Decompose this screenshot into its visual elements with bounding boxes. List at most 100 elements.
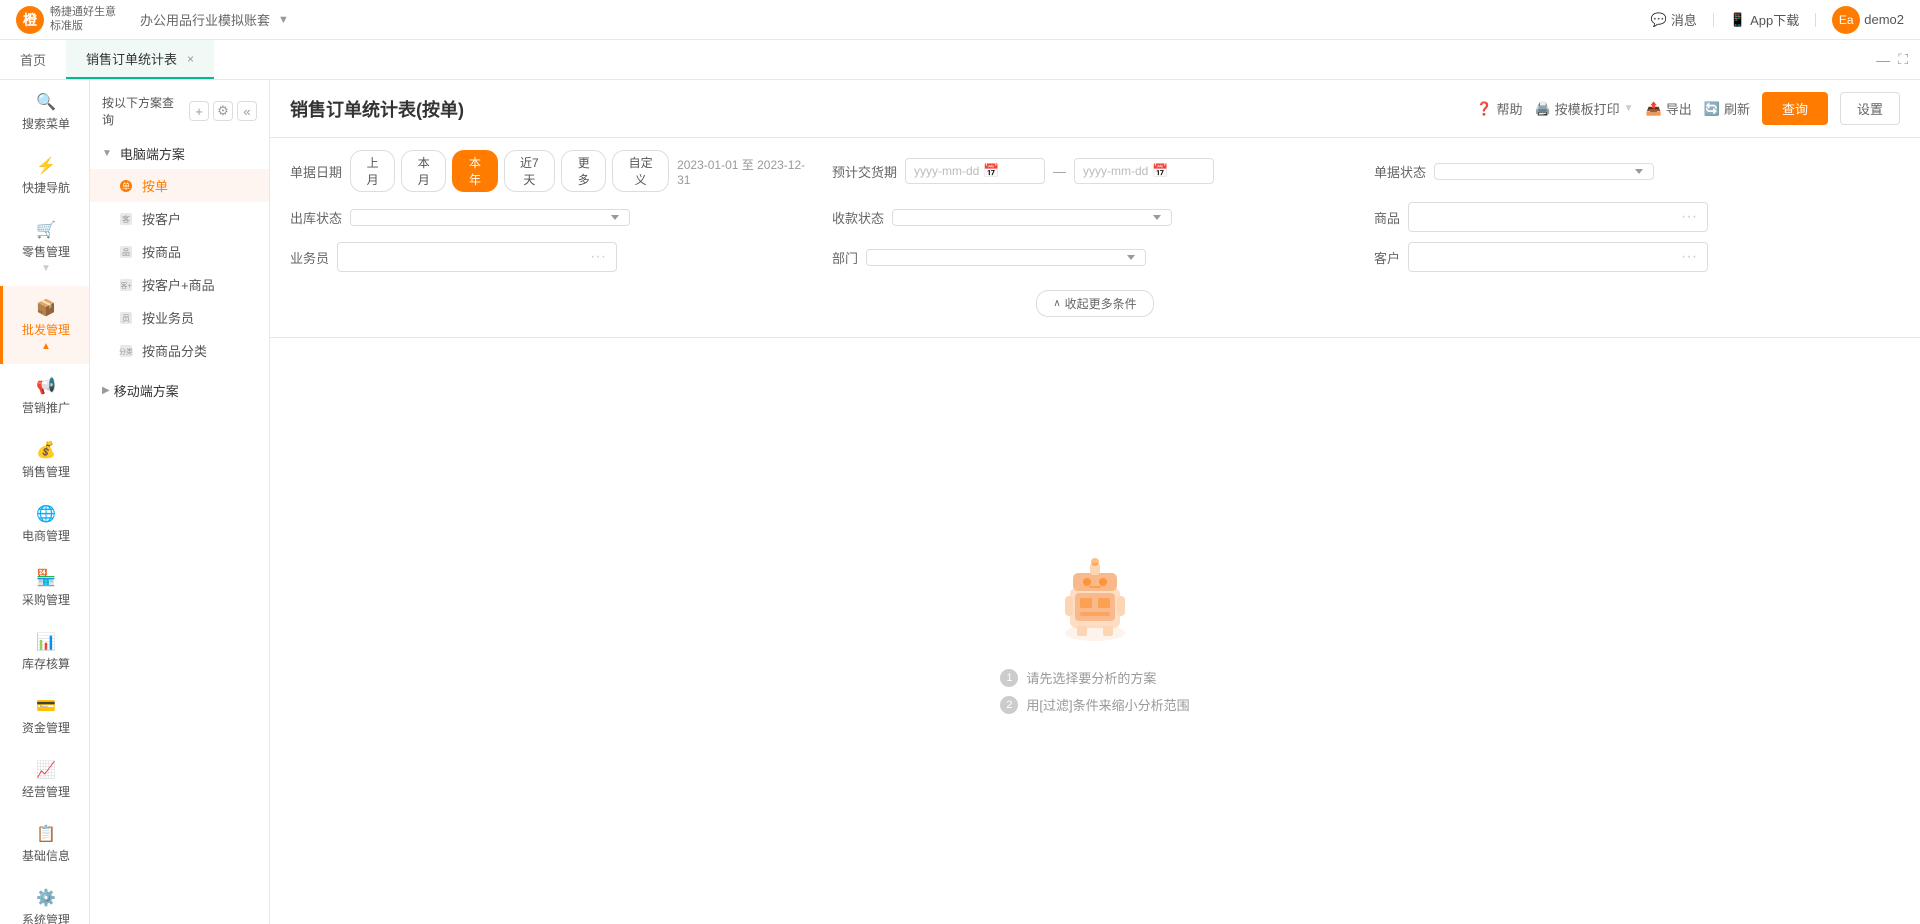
empty-tip-1: 1 请先选择要分析的方案 [1000, 668, 1189, 687]
collapse-panel-button[interactable]: « [237, 101, 257, 121]
goods-dots-icon[interactable]: ··· [1681, 208, 1697, 226]
scheme-label-by-category: 按商品分类 [142, 341, 207, 360]
add-scheme-button[interactable]: + [189, 101, 209, 121]
sidebar-item-wholesale[interactable]: 📦 批发管理 ▲ [0, 286, 89, 364]
salesrep-label: 业务员 [290, 248, 329, 267]
sidebar-label-purchase: 采购管理 [7, 591, 85, 608]
left-panel-title: 按以下方案查询 [102, 94, 183, 128]
refresh-button[interactable]: 🔄 刷新 [1704, 99, 1750, 118]
ship-status-label: 出库状态 [290, 208, 342, 227]
filter-delivery-item: 预计交货期 yyyy-mm-dd 📅 — yyyy-mm-dd 📅 [832, 158, 1358, 184]
sidebar-item-finance[interactable]: 💳 资金管理 [0, 684, 89, 748]
window-max-icon[interactable]: ⛶ [1898, 51, 1908, 68]
department-select[interactable] [866, 249, 1146, 266]
print-label: 按模板打印 [1555, 99, 1620, 118]
tab-home-label: 首页 [20, 50, 46, 69]
page-actions: ❓ 帮助 🖨️ 按模板打印 ▼ 📤 导出 🔄 刷新 [1476, 92, 1900, 125]
salesrep-input[interactable]: ··· [337, 242, 617, 272]
scheme-label-by-salesperson: 按业务员 [142, 308, 194, 327]
customer-input[interactable]: ··· [1408, 242, 1708, 272]
tip1-num: 1 [1000, 669, 1018, 687]
username-label: demo2 [1864, 12, 1904, 27]
sidebar-item-ecommerce[interactable]: 🌐 电商管理 [0, 492, 89, 556]
retail-expand-icon: ▼ [41, 263, 51, 274]
tab-home[interactable]: 首页 [0, 40, 66, 79]
this-month-button[interactable]: 本月 [401, 150, 446, 192]
message-button[interactable]: 💬 消息 [1651, 10, 1697, 29]
scheme-item-by-customer-goods[interactable]: 客+ 按客户+商品 [90, 268, 269, 301]
search-icon: 🔍 [7, 92, 85, 112]
settings-button[interactable]: 设置 [1840, 92, 1900, 125]
scheme-item-by-salesperson[interactable]: 员 按业务员 [90, 301, 269, 334]
customer-dots-icon[interactable]: ··· [1681, 248, 1697, 266]
scheme-item-by-order[interactable]: 单 按单 [90, 169, 269, 202]
user-menu[interactable]: Ea demo2 [1832, 6, 1904, 34]
collapse-label: 收起更多条件 [1065, 295, 1137, 312]
salesrep-dots-icon[interactable]: ··· [590, 248, 606, 266]
collapse-row: ∧ 收起更多条件 [290, 282, 1900, 325]
collapse-button[interactable]: ∧ 收起更多条件 [1036, 290, 1153, 317]
logo-icon: 橙 [16, 6, 44, 34]
filter-row-3: 业务员 ··· 部门 客户 [290, 242, 1900, 272]
this-year-button[interactable]: 本年 [452, 150, 497, 192]
sidebar-item-system[interactable]: ⚙️ 系统管理 [0, 876, 89, 924]
delivery-from-input[interactable]: yyyy-mm-dd 📅 [905, 158, 1045, 184]
scheme-item-by-goods[interactable]: 品 按商品 [90, 235, 269, 268]
bill-status-select[interactable] [1434, 163, 1654, 180]
scheme-item-by-category[interactable]: 分类 按商品分类 [90, 334, 269, 367]
print-arrow-icon: ▼ [1624, 103, 1634, 114]
top-header: 橙 畅捷通好生意 标准版 办公用品行业模拟账套 ▼ 💬 消息 📱 App下载 E… [0, 0, 1920, 40]
ecommerce-icon: 🌐 [7, 504, 85, 524]
breadcrumb-text: 办公用品行业模拟账套 [140, 10, 270, 29]
tab-sales-order[interactable]: 销售订单统计表 × [66, 40, 214, 79]
inventory-icon: 📊 [7, 632, 85, 652]
sidebar-label-wholesale: 批发管理 [7, 321, 85, 338]
mobile-section-header[interactable]: ▶ 移动端方案 [90, 375, 269, 406]
setting-scheme-button[interactable]: ⚙ [213, 101, 233, 121]
help-button[interactable]: ❓ 帮助 [1476, 99, 1522, 118]
custom-date-button[interactable]: 自定义 [612, 150, 669, 192]
query-button[interactable]: 查询 [1762, 92, 1828, 125]
content-area: 按以下方案查询 + ⚙ « ▼ 电脑端方案 单 [90, 80, 1920, 924]
calendar-to-icon: 📅 [1152, 163, 1168, 179]
sidebar: 🔍 搜索菜单 ⚡ 快捷导航 🛒 零售管理 ▼ 📦 批发管理 ▲ 📢 营销推广 💰… [0, 80, 90, 924]
receipt-status-select[interactable] [892, 209, 1172, 226]
print-button[interactable]: 🖨️ 按模板打印 ▼ [1534, 99, 1633, 118]
sidebar-item-purchase[interactable]: 🏪 采购管理 [0, 556, 89, 620]
goods-input[interactable]: ··· [1408, 202, 1708, 232]
sidebar-item-operation[interactable]: 📈 经营管理 [0, 748, 89, 812]
filter-receipt-status-item: 收款状态 [832, 208, 1358, 227]
collapse-arrow-icon: ∧ [1053, 298, 1060, 309]
message-icon: 💬 [1651, 12, 1667, 28]
sidebar-item-basic[interactable]: 📋 基础信息 [0, 812, 89, 876]
filter-customer-item: 客户 ··· [1374, 242, 1900, 272]
ship-status-select[interactable] [350, 209, 630, 226]
empty-illustration [1045, 548, 1145, 648]
tab-close-icon[interactable]: × [187, 52, 194, 66]
export-button[interactable]: 📤 导出 [1646, 99, 1692, 118]
app-download-button[interactable]: 📱 App下载 [1730, 10, 1799, 29]
breadcrumb-arrow-icon[interactable]: ▼ [278, 14, 289, 26]
export-label: 导出 [1666, 99, 1692, 118]
pc-section-arrow-icon: ▼ [102, 148, 112, 159]
tab-bar: 首页 销售订单统计表 × — ⛶ [0, 40, 1920, 80]
main-right-panel: 销售订单统计表(按单) ❓ 帮助 🖨️ 按模板打印 ▼ 📤 导出 [270, 80, 1920, 924]
last-month-button[interactable]: 上月 [350, 150, 395, 192]
pc-section-header[interactable]: ▼ 电脑端方案 [90, 138, 269, 169]
sidebar-item-marketing[interactable]: 📢 营销推广 [0, 364, 89, 428]
sidebar-item-search[interactable]: 🔍 搜索菜单 [0, 80, 89, 144]
delivery-to-input[interactable]: yyyy-mm-dd 📅 [1074, 158, 1214, 184]
scheme-item-by-customer[interactable]: 客 按客户 [90, 202, 269, 235]
svg-text:品: 品 [122, 248, 130, 257]
more-date-button[interactable]: 更多 [561, 150, 606, 192]
refresh-label: 刷新 [1724, 99, 1750, 118]
sidebar-item-retail[interactable]: 🛒 零售管理 ▼ [0, 208, 89, 286]
window-min-icon[interactable]: — [1876, 52, 1890, 68]
sidebar-item-inventory[interactable]: 📊 库存核算 [0, 620, 89, 684]
by-customer-icon: 客 [118, 211, 134, 227]
sidebar-item-quicknav[interactable]: ⚡ 快捷导航 [0, 144, 89, 208]
last-7days-button[interactable]: 近7天 [504, 150, 556, 192]
ship-status-arrow-icon [611, 215, 619, 220]
sidebar-item-sales[interactable]: 💰 销售管理 [0, 428, 89, 492]
sidebar-label-basic: 基础信息 [7, 847, 85, 864]
